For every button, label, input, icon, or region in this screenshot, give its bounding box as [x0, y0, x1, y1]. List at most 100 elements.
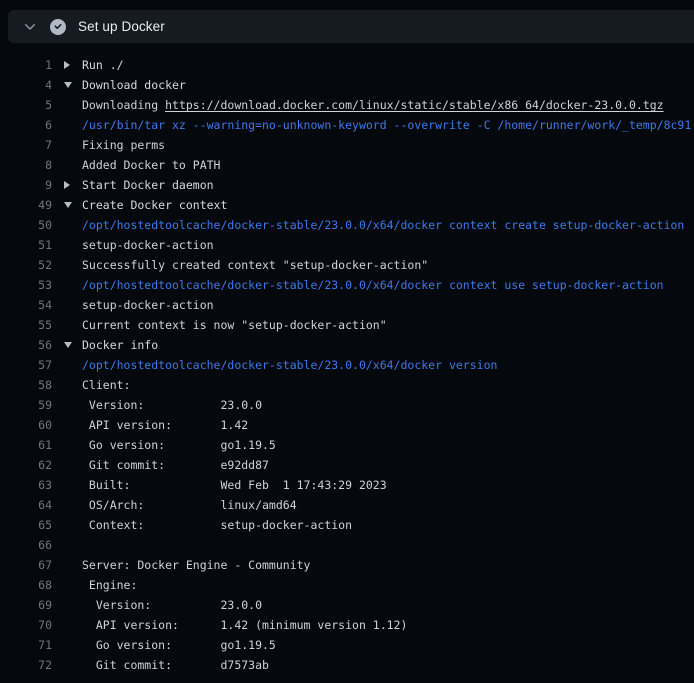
line-number[interactable]: 50 — [0, 215, 52, 235]
line-number[interactable]: 7 — [0, 135, 52, 155]
triangle-down-icon[interactable] — [64, 342, 72, 348]
step-header[interactable]: Set up Docker — [8, 10, 694, 43]
log-line: 61 Go version: go1.19.5 — [0, 435, 694, 455]
line-text: Go version: go1.19.5 — [82, 435, 276, 455]
line-number[interactable]: 68 — [0, 575, 52, 595]
log-group-line[interactable]: 1 Run ./ — [0, 55, 694, 75]
line-gutter — [52, 355, 82, 375]
log-pane: 1 Run ./ 4 Download docker 5 Downloading http… — [0, 43, 694, 683]
line-gutter — [52, 415, 82, 435]
line-text: Downloading https://download.docker.com/… — [82, 95, 664, 115]
log-line: 63 Built: Wed Feb 1 17:43:29 2023 — [0, 475, 694, 495]
log-group-line[interactable]: 9 Start Docker daemon — [0, 175, 694, 195]
line-gutter — [52, 335, 82, 355]
line-number[interactable]: 58 — [0, 375, 52, 395]
line-gutter — [52, 535, 82, 555]
log-group-line[interactable]: 4 Download docker — [0, 75, 694, 95]
log-lines: 1 Run ./ 4 Download docker 5 Downloading http… — [0, 55, 694, 675]
line-number[interactable]: 6 — [0, 115, 52, 135]
log-line: 58Client: — [0, 375, 694, 395]
line-number[interactable]: 69 — [0, 595, 52, 615]
line-number[interactable]: 70 — [0, 615, 52, 635]
log-line: 53/opt/hostedtoolcache/docker-stable/23.… — [0, 275, 694, 295]
line-number[interactable]: 55 — [0, 315, 52, 335]
line-text: Download docker — [82, 75, 186, 95]
line-number[interactable]: 59 — [0, 395, 52, 415]
line-gutter — [52, 195, 82, 215]
line-number[interactable]: 60 — [0, 415, 52, 435]
line-number[interactable]: 54 — [0, 295, 52, 315]
triangle-down-icon[interactable] — [64, 82, 72, 88]
log-line: 67 Server: Docker Engine - Community — [0, 555, 694, 575]
line-number[interactable]: 1 — [0, 55, 52, 75]
line-gutter — [52, 155, 82, 175]
line-number[interactable]: 64 — [0, 495, 52, 515]
line-gutter — [52, 275, 82, 295]
line-text: /opt/hostedtoolcache/docker-stable/23.0.… — [82, 215, 684, 235]
log-line: 71 Go version: go1.19.5 — [0, 635, 694, 655]
line-text: setup-docker-action — [82, 295, 214, 315]
line-gutter — [52, 115, 82, 135]
line-text: Successfully created context "setup-dock… — [82, 255, 428, 275]
log-line: 59 Version: 23.0.0 — [0, 395, 694, 415]
line-gutter — [52, 75, 82, 95]
line-gutter — [52, 135, 82, 155]
line-text: Server: Docker Engine - Community — [82, 555, 310, 575]
line-number[interactable]: 52 — [0, 255, 52, 275]
line-number[interactable]: 4 — [0, 75, 52, 95]
log-line: 7 Fixing perms — [0, 135, 694, 155]
line-number[interactable]: 63 — [0, 475, 52, 495]
log-line: 55Current context is now "setup-docker-a… — [0, 315, 694, 335]
line-gutter — [52, 495, 82, 515]
line-number[interactable]: 9 — [0, 175, 52, 195]
line-text: Fixing perms — [82, 135, 165, 155]
line-text: Git commit: d7573ab — [82, 655, 269, 675]
line-number[interactable]: 71 — [0, 635, 52, 655]
log-line: 50/opt/hostedtoolcache/docker-stable/23.… — [0, 215, 694, 235]
log-line: 72 Git commit: d7573ab — [0, 655, 694, 675]
line-text: /usr/bin/tar xz --warning=no-unknown-key… — [82, 115, 691, 135]
triangle-right-icon[interactable] — [64, 181, 70, 189]
log-line: 69 Version: 23.0.0 — [0, 595, 694, 615]
line-text: Start Docker daemon — [82, 175, 214, 195]
line-gutter — [52, 635, 82, 655]
line-number[interactable]: 65 — [0, 515, 52, 535]
line-gutter — [52, 95, 82, 115]
line-number[interactable]: 51 — [0, 235, 52, 255]
log-line: 51setup-docker-action — [0, 235, 694, 255]
line-number[interactable]: 8 — [0, 155, 52, 175]
line-text: /opt/hostedtoolcache/docker-stable/23.0.… — [82, 275, 664, 295]
line-text: Go version: go1.19.5 — [82, 635, 276, 655]
line-text: OS/Arch: linux/amd64 — [82, 495, 297, 515]
line-number[interactable]: 72 — [0, 655, 52, 675]
line-number[interactable]: 61 — [0, 435, 52, 455]
line-text: Docker info — [82, 335, 158, 355]
line-text: Run ./ — [82, 55, 124, 75]
line-text: /opt/hostedtoolcache/docker-stable/23.0.… — [82, 355, 497, 375]
line-text: Create Docker context — [82, 195, 227, 215]
log-line: 65 Context: setup-docker-action — [0, 515, 694, 535]
line-gutter — [52, 295, 82, 315]
line-number[interactable]: 66 — [0, 535, 52, 555]
log-url-link[interactable]: https://download.docker.com/linux/static… — [165, 98, 664, 112]
line-gutter — [52, 55, 82, 75]
line-number[interactable]: 67 — [0, 555, 52, 575]
log-group-line[interactable]: 56 Docker info — [0, 335, 694, 355]
triangle-down-icon[interactable] — [64, 202, 72, 208]
line-number[interactable]: 49 — [0, 195, 52, 215]
line-number[interactable]: 56 — [0, 335, 52, 355]
log-line: 60 API version: 1.42 — [0, 415, 694, 435]
line-number[interactable]: 62 — [0, 455, 52, 475]
chevron-down-icon[interactable] — [22, 19, 38, 35]
line-gutter — [52, 515, 82, 535]
line-gutter — [52, 555, 82, 575]
line-gutter — [52, 575, 82, 595]
log-line: 57/opt/hostedtoolcache/docker-stable/23.… — [0, 355, 694, 375]
log-line: 8 Added Docker to PATH — [0, 155, 694, 175]
line-number[interactable]: 5 — [0, 95, 52, 115]
triangle-right-icon[interactable] — [64, 61, 70, 69]
line-number[interactable]: 53 — [0, 275, 52, 295]
line-number[interactable]: 57 — [0, 355, 52, 375]
log-group-line[interactable]: 49 Create Docker context — [0, 195, 694, 215]
line-text: Added Docker to PATH — [82, 155, 220, 175]
